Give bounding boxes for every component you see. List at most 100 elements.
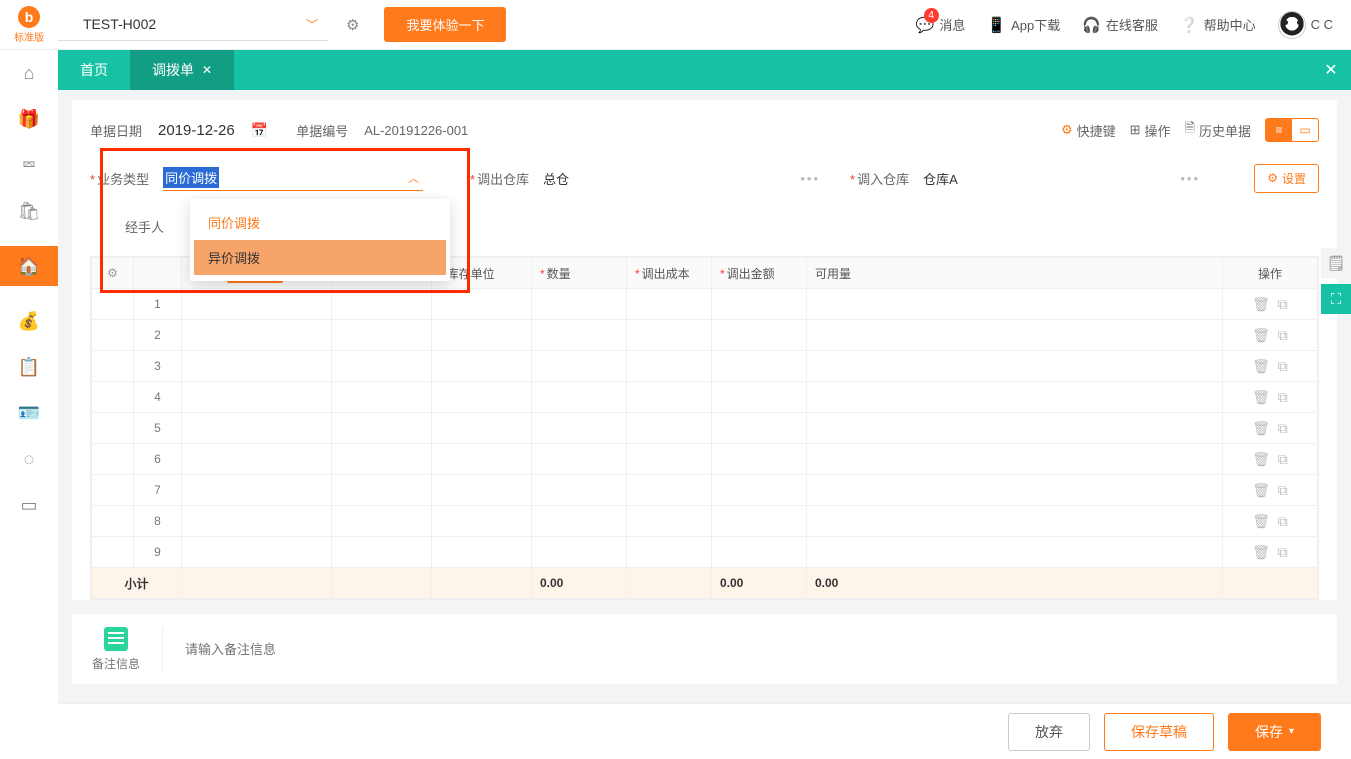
doc-icon: 🗎	[1185, 119, 1195, 141]
in-warehouse-value: 仓库A	[923, 169, 958, 188]
col-avail: 可用量	[807, 258, 1223, 289]
org-select[interactable]: TEST-H002 ﹀	[58, 9, 328, 41]
col-settings-icon[interactable]: ⚙	[92, 258, 134, 289]
discard-button[interactable]: 放弃	[1008, 713, 1090, 751]
row-delete-icon[interactable]: 🗑	[1252, 482, 1270, 498]
view-card-icon[interactable]: ▭	[1292, 119, 1318, 141]
view-toggle: ≡ ▭	[1265, 118, 1319, 142]
row-copy-icon[interactable]: ⧉	[1278, 451, 1288, 467]
option-diff-price[interactable]: 异价调拨	[194, 240, 446, 275]
nav-clipboard-icon[interactable]: 📋	[18, 356, 40, 378]
float-note-icon[interactable]: 🗒	[1321, 248, 1351, 278]
row-delete-icon[interactable]: 🗑	[1252, 327, 1270, 343]
row-copy-icon[interactable]: ⧉	[1278, 358, 1288, 374]
messages-link[interactable]: 💬 消息 4	[916, 15, 966, 34]
remark-input[interactable]	[185, 642, 1317, 657]
row-delete-icon[interactable]: 🗑	[1252, 451, 1270, 467]
shortcut-link[interactable]: ⚙快捷键	[1061, 121, 1116, 140]
chevron-up-icon: ︿	[408, 170, 419, 186]
row-delete-icon[interactable]: 🗑	[1252, 420, 1270, 436]
table-row[interactable]: 7🗑 ⧉	[92, 475, 1318, 506]
close-tab-icon[interactable]: ✕	[202, 63, 212, 77]
float-expand-icon[interactable]: ⛶	[1321, 284, 1351, 314]
nav-home-icon[interactable]: ⌂	[18, 62, 40, 84]
row-delete-icon[interactable]: 🗑	[1252, 544, 1270, 560]
filter-area: *业务类型 同价调拨 ︿ 同价调拨 异价调拨 *调出仓库 总仓 •••	[90, 154, 1319, 250]
table-row[interactable]: 9🗑 ⧉	[92, 537, 1318, 568]
phone-icon: 📱	[987, 16, 1006, 34]
nav-money-icon[interactable]: 💰	[18, 310, 40, 332]
table-row[interactable]: 2🗑 ⧉	[92, 320, 1318, 351]
row-delete-icon[interactable]: 🗑	[1252, 358, 1270, 374]
org-settings-icon[interactable]: ⚙	[346, 16, 359, 34]
table-row[interactable]: 6🗑 ⧉	[92, 444, 1318, 475]
business-type-dropdown: 同价调拨 异价调拨	[190, 199, 450, 281]
try-button[interactable]: 我要体验一下	[384, 7, 506, 42]
save-button[interactable]: 保存▾	[1228, 713, 1321, 751]
gear-icon: ⚙	[1267, 171, 1278, 185]
nav-warehouse-icon[interactable]: 🏠	[0, 246, 58, 286]
view-list-icon[interactable]: ≡	[1266, 119, 1292, 141]
nav-gift-icon[interactable]: 🎁	[18, 108, 40, 130]
docno-value: AL-20191226-001	[364, 123, 468, 138]
row-delete-icon[interactable]: 🗑	[1252, 389, 1270, 405]
more-icon[interactable]: •••	[800, 171, 820, 186]
out-warehouse-field[interactable]: *调出仓库 总仓 •••	[470, 169, 850, 188]
table-row[interactable]: 5🗑 ⧉	[92, 413, 1318, 444]
remark-card: 备注信息	[72, 614, 1337, 684]
edition-label: 标准版	[14, 29, 44, 44]
more-icon[interactable]: •••	[1180, 171, 1200, 186]
row-delete-icon[interactable]: 🗑	[1252, 513, 1270, 529]
items-table-wrap: ⚙ *商品扫码录入 规格型号 *库存单位 *数量 *调出成本 *调出金额 可用量…	[90, 256, 1319, 600]
row-copy-icon[interactable]: ⧉	[1278, 296, 1288, 312]
row-copy-icon[interactable]: ⧉	[1278, 544, 1288, 560]
save-draft-button[interactable]: 保存草稿	[1104, 713, 1214, 751]
chevron-down-icon: ﹀	[306, 16, 318, 33]
tab-home[interactable]: 首页	[58, 50, 130, 90]
close-all-tabs-icon[interactable]: ✕	[1311, 50, 1351, 90]
col-operate: 操作	[1223, 258, 1318, 289]
row-delete-icon[interactable]: 🗑	[1252, 296, 1270, 312]
history-link[interactable]: 🗎历史单据	[1185, 119, 1251, 141]
app-download-link[interactable]: 📱 App下载	[987, 15, 1060, 34]
document-header: 单据日期 2019-12-26 📅 单据编号 AL-20191226-001 ⚙…	[90, 112, 1319, 148]
col-qty: *数量	[532, 258, 627, 289]
table-row[interactable]: 4🗑 ⧉	[92, 382, 1318, 413]
subtotal-row: 小计 0.00 0.00 0.00	[92, 568, 1318, 599]
out-warehouse-value: 总仓	[543, 169, 569, 188]
operate-link[interactable]: ⊞操作	[1130, 121, 1171, 140]
settings-button[interactable]: ⚙设置	[1254, 164, 1319, 193]
main-panel: 单据日期 2019-12-26 📅 单据编号 AL-20191226-001 ⚙…	[58, 90, 1351, 759]
business-type-select[interactable]: 同价调拨 ︿	[163, 165, 423, 191]
avatar-icon	[1278, 11, 1306, 39]
date-value[interactable]: 2019-12-26	[158, 122, 235, 139]
row-copy-icon[interactable]: ⧉	[1278, 389, 1288, 405]
in-warehouse-field[interactable]: *调入仓库 仓库A •••	[850, 169, 1230, 188]
nav-new-icon[interactable]: ▭	[18, 494, 40, 516]
nav-bag-icon[interactable]: 🛍	[18, 200, 40, 222]
table-row[interactable]: 1🗑 ⧉	[92, 289, 1318, 320]
nav-idcard-icon[interactable]: 🪪	[18, 402, 40, 424]
calendar-icon[interactable]: 📅	[251, 122, 268, 139]
nav-house-up-icon[interactable]: ⮹	[18, 154, 40, 176]
top-header: b 标准版 TEST-H002 ﹀ ⚙ 我要体验一下 💬 消息 4 📱 App下…	[0, 0, 1351, 50]
document-card: 单据日期 2019-12-26 📅 单据编号 AL-20191226-001 ⚙…	[72, 100, 1337, 600]
user-menu[interactable]: C C	[1278, 11, 1333, 39]
row-copy-icon[interactable]: ⧉	[1278, 327, 1288, 343]
nav-sync-icon[interactable]: ◌	[18, 448, 40, 470]
customer-service-link[interactable]: 🎧 在线客服	[1082, 15, 1158, 34]
grid-icon: ⊞	[1130, 122, 1141, 138]
row-copy-icon[interactable]: ⧉	[1278, 420, 1288, 436]
row-copy-icon[interactable]: ⧉	[1278, 513, 1288, 529]
table-row[interactable]: 3🗑 ⧉	[92, 351, 1318, 382]
option-same-price[interactable]: 同价调拨	[194, 205, 446, 240]
help-link[interactable]: ❔ 帮助中心	[1180, 15, 1256, 34]
row-copy-icon[interactable]: ⧉	[1278, 482, 1288, 498]
business-type-field: *业务类型 同价调拨 ︿ 同价调拨 异价调拨	[90, 165, 470, 191]
subtotal-label: 小计	[92, 568, 182, 599]
note-icon	[104, 627, 128, 651]
messages-badge: 4	[924, 8, 939, 23]
shortcut-icon: ⚙	[1061, 122, 1073, 138]
tab-transfer-order[interactable]: 调拨单 ✕	[130, 50, 234, 90]
table-row[interactable]: 8🗑 ⧉	[92, 506, 1318, 537]
